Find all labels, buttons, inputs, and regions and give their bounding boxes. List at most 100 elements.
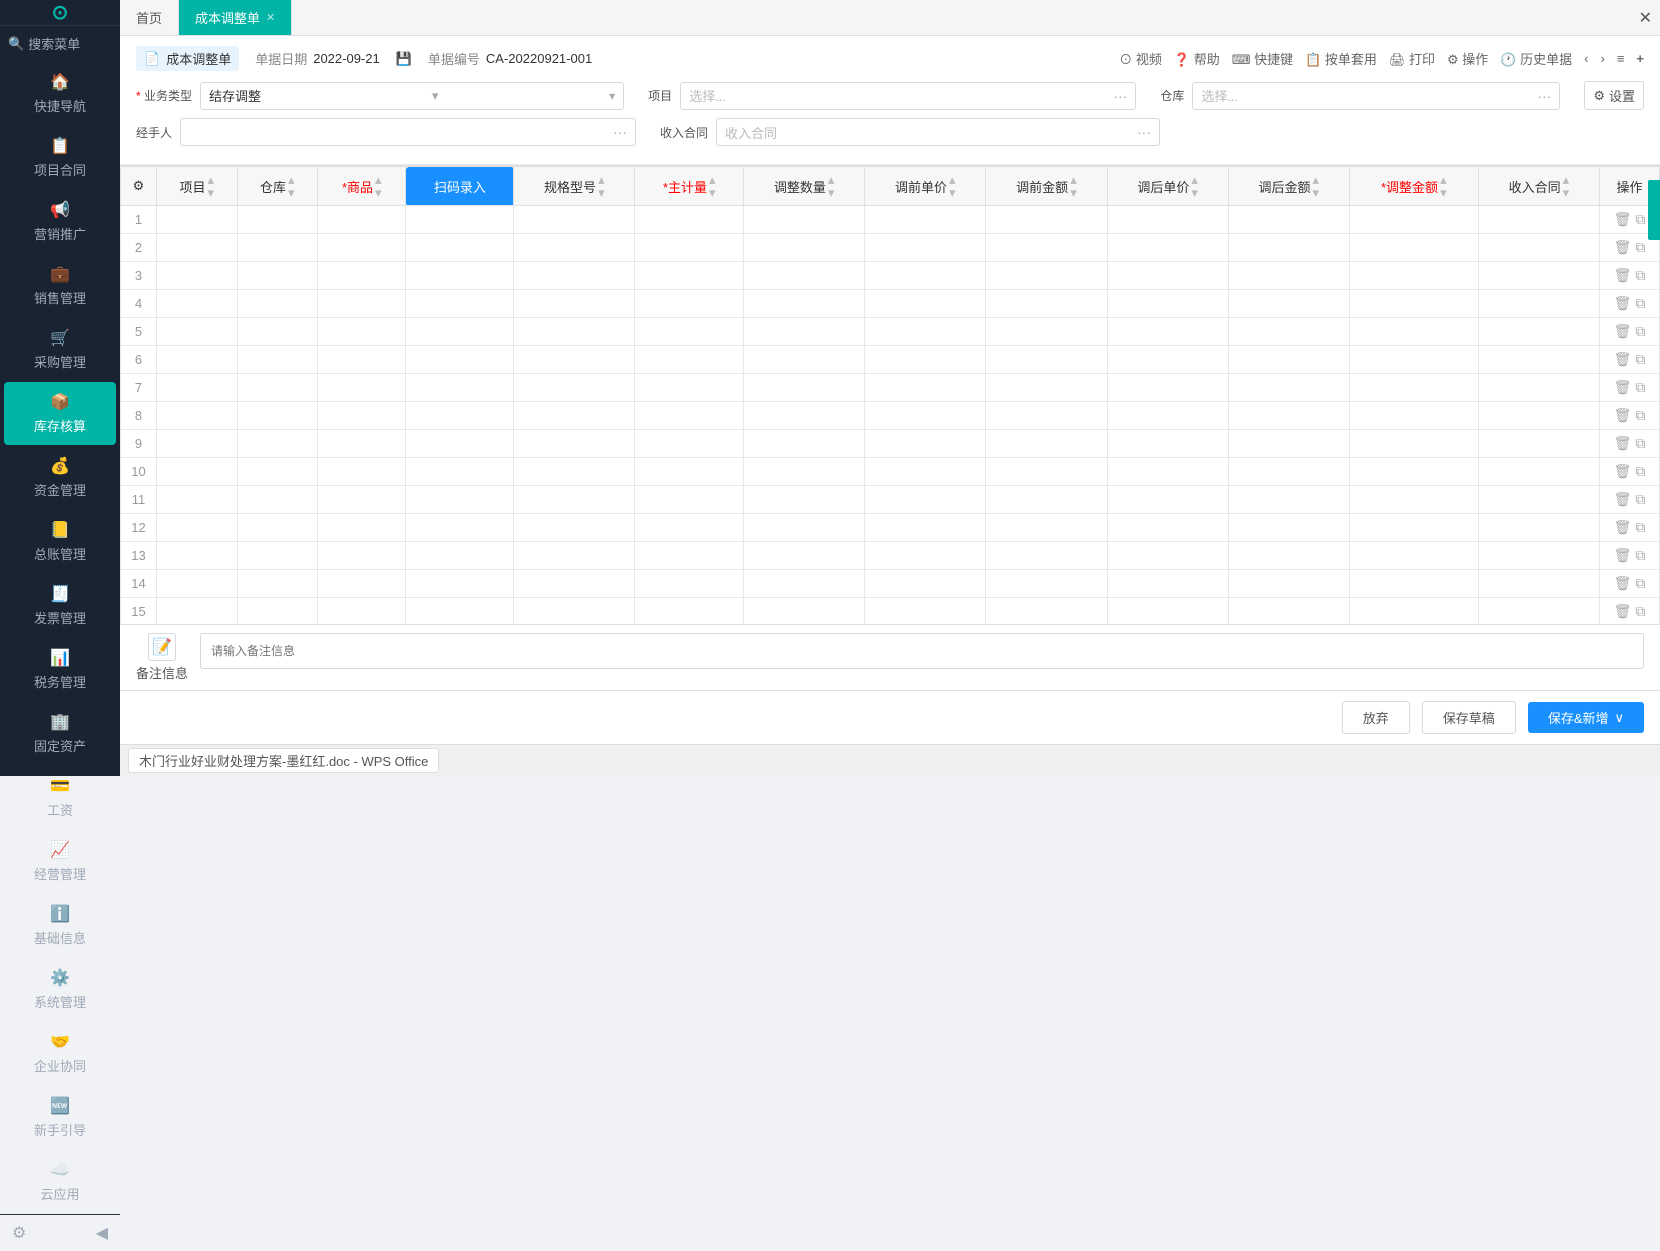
- sidebar-item-purchase-mgmt[interactable]: 🛒 采购管理: [4, 318, 116, 381]
- sidebar-item-enterprise[interactable]: 🤝 企业协同: [4, 1022, 116, 1085]
- row-12-income-contract[interactable]: [1478, 514, 1599, 542]
- row-13-prev-price[interactable]: [865, 542, 986, 570]
- sidebar-item-inventory[interactable]: 📦 库存核算: [4, 382, 116, 445]
- row-9-adj-qty[interactable]: [744, 430, 865, 458]
- sidebar-item-ops-mgmt[interactable]: 📈 经营管理: [4, 830, 116, 893]
- row-10-income-contract[interactable]: [1478, 458, 1599, 486]
- row-13-income-contract[interactable]: [1478, 542, 1599, 570]
- row-8-adj-qty[interactable]: [744, 402, 865, 430]
- row-13-product[interactable]: [318, 542, 406, 570]
- row-11-copy-icon[interactable]: ⧉: [1635, 491, 1645, 508]
- row-5-prev-price[interactable]: [865, 318, 986, 346]
- row-6-adj-qty[interactable]: [744, 346, 865, 374]
- row-1-spec[interactable]: [514, 206, 635, 234]
- row-5-prev-amount[interactable]: [986, 318, 1107, 346]
- row-6-after-amount[interactable]: [1228, 346, 1349, 374]
- action-ops[interactable]: ⚙ 操作: [1447, 49, 1488, 68]
- th-adj-amount[interactable]: *调整金额▴▾: [1349, 167, 1478, 206]
- row-12-scan[interactable]: [406, 514, 514, 542]
- row-9-copy-icon[interactable]: ⧉: [1635, 435, 1645, 452]
- row-3-unit[interactable]: [635, 262, 744, 290]
- sidebar-item-sales-mgmt[interactable]: 💼 销售管理: [4, 254, 116, 317]
- row-9-project[interactable]: [157, 430, 238, 458]
- row-12-delete-icon[interactable]: 🗑: [1614, 519, 1632, 536]
- row-12-unit[interactable]: [635, 514, 744, 542]
- row-1-income-contract[interactable]: [1478, 206, 1599, 234]
- row-9-after-price[interactable]: [1107, 430, 1228, 458]
- sidebar-item-sys-mgmt[interactable]: ⚙️ 系统管理: [4, 958, 116, 1021]
- row-15-after-amount[interactable]: [1228, 598, 1349, 625]
- row-5-income-contract[interactable]: [1478, 318, 1599, 346]
- row-13-prev-amount[interactable]: [986, 542, 1107, 570]
- row-9-product[interactable]: [318, 430, 406, 458]
- handler-input[interactable]: ···: [180, 118, 636, 146]
- row-14-income-contract[interactable]: [1478, 570, 1599, 598]
- row-5-adj-qty[interactable]: [744, 318, 865, 346]
- row-14-copy-icon[interactable]: ⧉: [1635, 575, 1645, 592]
- row-10-scan[interactable]: [406, 458, 514, 486]
- row-11-unit[interactable]: [635, 486, 744, 514]
- sidebar-item-fixed-assets[interactable]: 🏢 固定资产: [4, 702, 116, 765]
- row-4-spec[interactable]: [514, 290, 635, 318]
- row-4-scan[interactable]: [406, 290, 514, 318]
- row-5-after-amount[interactable]: [1228, 318, 1349, 346]
- row-11-prev-amount[interactable]: [986, 486, 1107, 514]
- row-3-after-amount[interactable]: [1228, 262, 1349, 290]
- row-14-after-amount[interactable]: [1228, 570, 1349, 598]
- row-5-after-price[interactable]: [1107, 318, 1228, 346]
- row-6-copy-icon[interactable]: ⧉: [1635, 351, 1645, 368]
- project-input[interactable]: 选择... ···: [680, 82, 1136, 110]
- row-14-delete-icon[interactable]: 🗑: [1614, 575, 1632, 592]
- row-1-prev-price[interactable]: [865, 206, 986, 234]
- row-9-spec[interactable]: [514, 430, 635, 458]
- row-8-after-amount[interactable]: [1228, 402, 1349, 430]
- sidebar-item-quick-nav[interactable]: 🏠 快捷导航: [4, 62, 116, 125]
- row-4-income-contract[interactable]: [1478, 290, 1599, 318]
- row-1-scan[interactable]: [406, 206, 514, 234]
- row-5-delete-icon[interactable]: 🗑: [1614, 323, 1632, 340]
- row-11-adj-amount[interactable]: [1349, 486, 1478, 514]
- th-adj-qty[interactable]: 调整数量▴▾: [744, 167, 865, 206]
- row-3-prev-price[interactable]: [865, 262, 986, 290]
- sidebar-item-basic-info[interactable]: ℹ️ 基础信息: [4, 894, 116, 957]
- row-13-adj-amount[interactable]: [1349, 542, 1478, 570]
- th-scan[interactable]: 扫码录入: [406, 167, 514, 206]
- row-13-unit[interactable]: [635, 542, 744, 570]
- sidebar-item-new-guide[interactable]: 🆕 新手引导: [4, 1086, 116, 1149]
- row-7-warehouse[interactable]: [237, 374, 318, 402]
- th-product[interactable]: *商品▴▾: [318, 167, 406, 206]
- row-5-product[interactable]: [318, 318, 406, 346]
- row-15-warehouse[interactable]: [237, 598, 318, 625]
- nav-list[interactable]: ≡: [1617, 51, 1625, 66]
- business-type-input[interactable]: 结存调整 ▾: [200, 82, 624, 110]
- row-11-adj-qty[interactable]: [744, 486, 865, 514]
- row-1-after-price[interactable]: [1107, 206, 1228, 234]
- row-3-adj-qty[interactable]: [744, 262, 865, 290]
- row-3-income-contract[interactable]: [1478, 262, 1599, 290]
- row-5-copy-icon[interactable]: ⧉: [1635, 323, 1645, 340]
- row-10-warehouse[interactable]: [237, 458, 318, 486]
- row-5-adj-amount[interactable]: [1349, 318, 1478, 346]
- row-14-adj-qty[interactable]: [744, 570, 865, 598]
- row-7-after-amount[interactable]: [1228, 374, 1349, 402]
- row-10-after-price[interactable]: [1107, 458, 1228, 486]
- row-6-scan[interactable]: [406, 346, 514, 374]
- project-dots[interactable]: ···: [1113, 88, 1127, 104]
- row-1-delete-icon[interactable]: 🗑: [1614, 211, 1632, 228]
- row-7-adj-amount[interactable]: [1349, 374, 1478, 402]
- action-print[interactable]: 🖨 打印: [1389, 49, 1435, 68]
- th-warehouse[interactable]: 仓库▴▾: [237, 167, 318, 206]
- row-2-scan[interactable]: [406, 234, 514, 262]
- sidebar-item-payroll[interactable]: 💳 工资: [4, 766, 116, 829]
- row-15-adj-qty[interactable]: [744, 598, 865, 625]
- row-5-project[interactable]: [157, 318, 238, 346]
- row-7-prev-price[interactable]: [865, 374, 986, 402]
- row-12-product[interactable]: [318, 514, 406, 542]
- row-15-delete-icon[interactable]: 🗑: [1614, 603, 1632, 620]
- row-7-product[interactable]: [318, 374, 406, 402]
- row-3-after-price[interactable]: [1107, 262, 1228, 290]
- row-12-adj-amount[interactable]: [1349, 514, 1478, 542]
- row-4-warehouse[interactable]: [237, 290, 318, 318]
- row-8-prev-amount[interactable]: [986, 402, 1107, 430]
- row-7-scan[interactable]: [406, 374, 514, 402]
